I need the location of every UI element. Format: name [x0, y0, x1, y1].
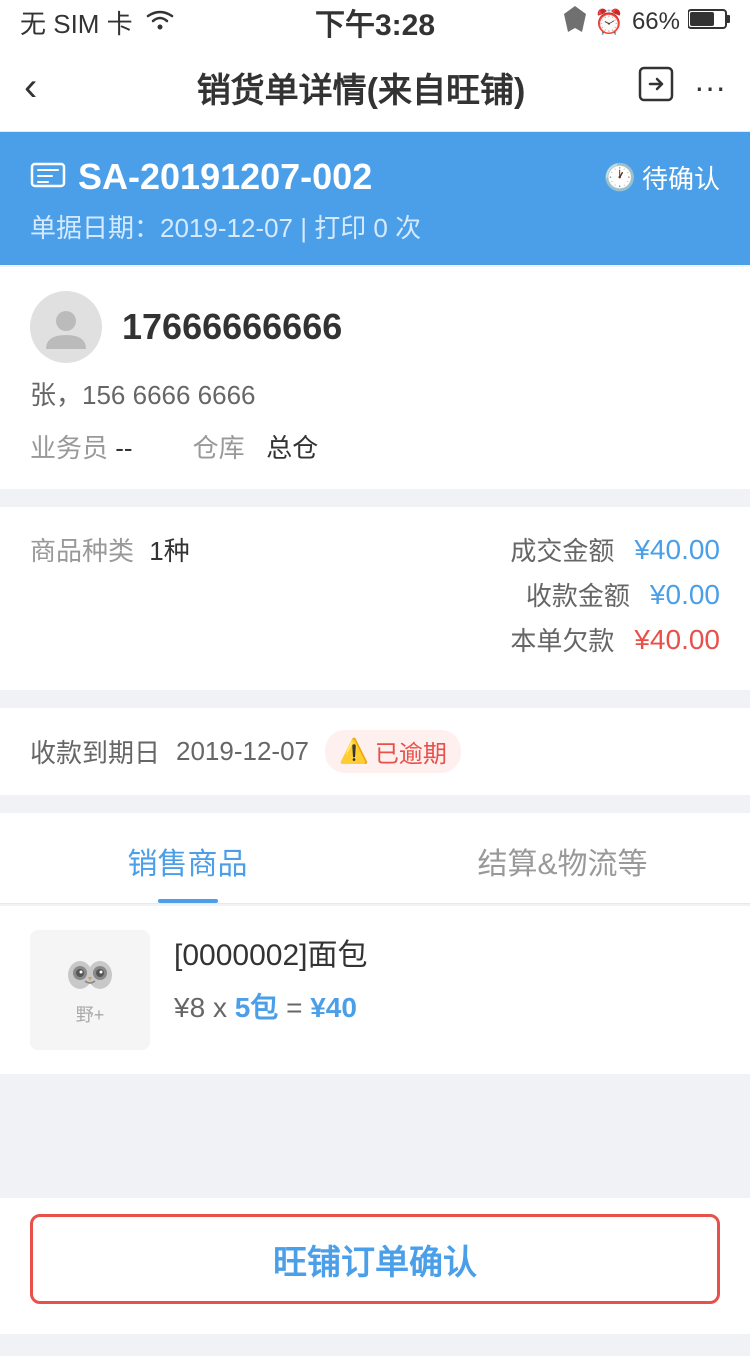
- product-info: [0000002]面包 ¥8 x 5包 = ¥40: [174, 930, 720, 1026]
- product-type-label: 商品种类: [30, 536, 134, 566]
- amounts: 成交金额 ¥40.00 收款金额 ¥0.00 本单欠款 ¥40.00: [510, 531, 720, 666]
- order-date: 单据日期：2019-12-07 | 打印 0 次: [30, 208, 720, 245]
- carrier-text: 无 SIM 卡: [20, 4, 133, 41]
- divider-3: [0, 797, 750, 813]
- deal-amount-row: 成交金额 ¥40.00: [510, 531, 720, 568]
- salesperson-label: 业务员: [30, 433, 108, 463]
- nav-actions: ···: [638, 66, 726, 110]
- warning-icon: ⚠️: [339, 737, 369, 766]
- tab-sales-products[interactable]: 销售商品: [0, 813, 375, 903]
- salesperson-value: --: [115, 433, 132, 463]
- product-thumbnail: 野+: [30, 930, 150, 1050]
- back-button[interactable]: ‹: [24, 65, 84, 110]
- overdue-text: 已逾期: [375, 734, 447, 769]
- share-icon[interactable]: [638, 66, 674, 110]
- location-icon: [564, 6, 586, 39]
- status-right: ⏰ 66%: [564, 6, 730, 39]
- status-time: 下午3:28: [315, 0, 435, 44]
- received-amount-label: 收款金额: [526, 576, 630, 613]
- due-date-card: 收款到期日 2019-12-07 ⚠️ 已逾期: [0, 708, 750, 795]
- battery-icon: [688, 8, 730, 37]
- battery-text: 66%: [632, 8, 680, 36]
- summary-card: 商品种类 1种 成交金额 ¥40.00 收款金额 ¥0.00 本单欠款 ¥40.…: [0, 507, 750, 690]
- clock-icon: 🕐: [604, 162, 636, 193]
- status-bar: 无 SIM 卡 下午3:28 ⏰ 66%: [0, 0, 750, 44]
- avatar: [30, 291, 102, 363]
- deal-amount-value: ¥40.00: [634, 534, 720, 566]
- product-type-value: 1种: [149, 536, 189, 566]
- received-amount-row: 收款金额 ¥0.00: [510, 576, 720, 613]
- equals-sign: =: [286, 992, 310, 1023]
- page-title: 销货单详情(来自旺铺): [84, 63, 638, 112]
- customer-meta: 业务员 -- 仓库 总仓: [30, 428, 720, 465]
- divider-1: [0, 491, 750, 507]
- product-type: 商品种类 1种: [30, 531, 190, 568]
- nav-bar: ‹ 销货单详情(来自旺铺) ···: [0, 44, 750, 132]
- received-amount-value: ¥0.00: [650, 579, 720, 611]
- warehouse-label: 仓库: [193, 433, 245, 463]
- owed-amount-value: ¥40.00: [634, 624, 720, 656]
- price-separator: x: [213, 992, 235, 1023]
- order-id: SA-20191207-002: [30, 156, 372, 198]
- owed-amount-row: 本单欠款 ¥40.00: [510, 621, 720, 658]
- more-icon[interactable]: ···: [694, 69, 726, 106]
- due-date-label: 收款到期日: [30, 733, 160, 770]
- customer-phone: 17666666666: [122, 306, 342, 348]
- owed-amount-label: 本单欠款: [510, 621, 614, 658]
- deal-amount-label: 成交金额: [510, 531, 614, 568]
- warehouse-item: 仓库 总仓: [193, 428, 319, 465]
- bottom-bar: 旺铺订单确认: [0, 1198, 750, 1334]
- status-left: 无 SIM 卡: [20, 4, 177, 41]
- due-date-value: 2019-12-07: [176, 736, 309, 767]
- customer-name: 张，156 6666 6666: [30, 375, 720, 412]
- product-name: [0000002]面包: [174, 930, 720, 974]
- overdue-badge: ⚠️ 已逾期: [325, 730, 461, 773]
- product-card: 野+ [0000002]面包 ¥8 x 5包 = ¥40: [0, 906, 750, 1074]
- tab-settlement[interactable]: 结算&物流等: [375, 813, 750, 903]
- alarm-icon: ⏰: [594, 8, 624, 37]
- price-unit: ¥8: [174, 992, 205, 1023]
- warehouse-value: 总仓: [266, 433, 318, 463]
- order-status: 🕐 待确认: [604, 159, 720, 196]
- product-price: ¥8 x 5包 = ¥40: [174, 986, 720, 1026]
- product-quantity: 5包: [235, 992, 279, 1023]
- order-icon: [30, 159, 66, 196]
- divider-2: [0, 692, 750, 708]
- tabs-container: 销售商品 结算&物流等: [0, 813, 750, 904]
- product-total: ¥40: [310, 992, 357, 1023]
- wifi-icon: [143, 7, 177, 38]
- confirm-button[interactable]: 旺铺订单确认: [30, 1214, 720, 1304]
- salesperson-item: 业务员 --: [30, 428, 133, 465]
- order-header-card: SA-20191207-002 🕐 待确认 单据日期：2019-12-07 | …: [0, 132, 750, 265]
- customer-card: 17666666666 张，156 6666 6666 业务员 -- 仓库 总仓: [0, 267, 750, 489]
